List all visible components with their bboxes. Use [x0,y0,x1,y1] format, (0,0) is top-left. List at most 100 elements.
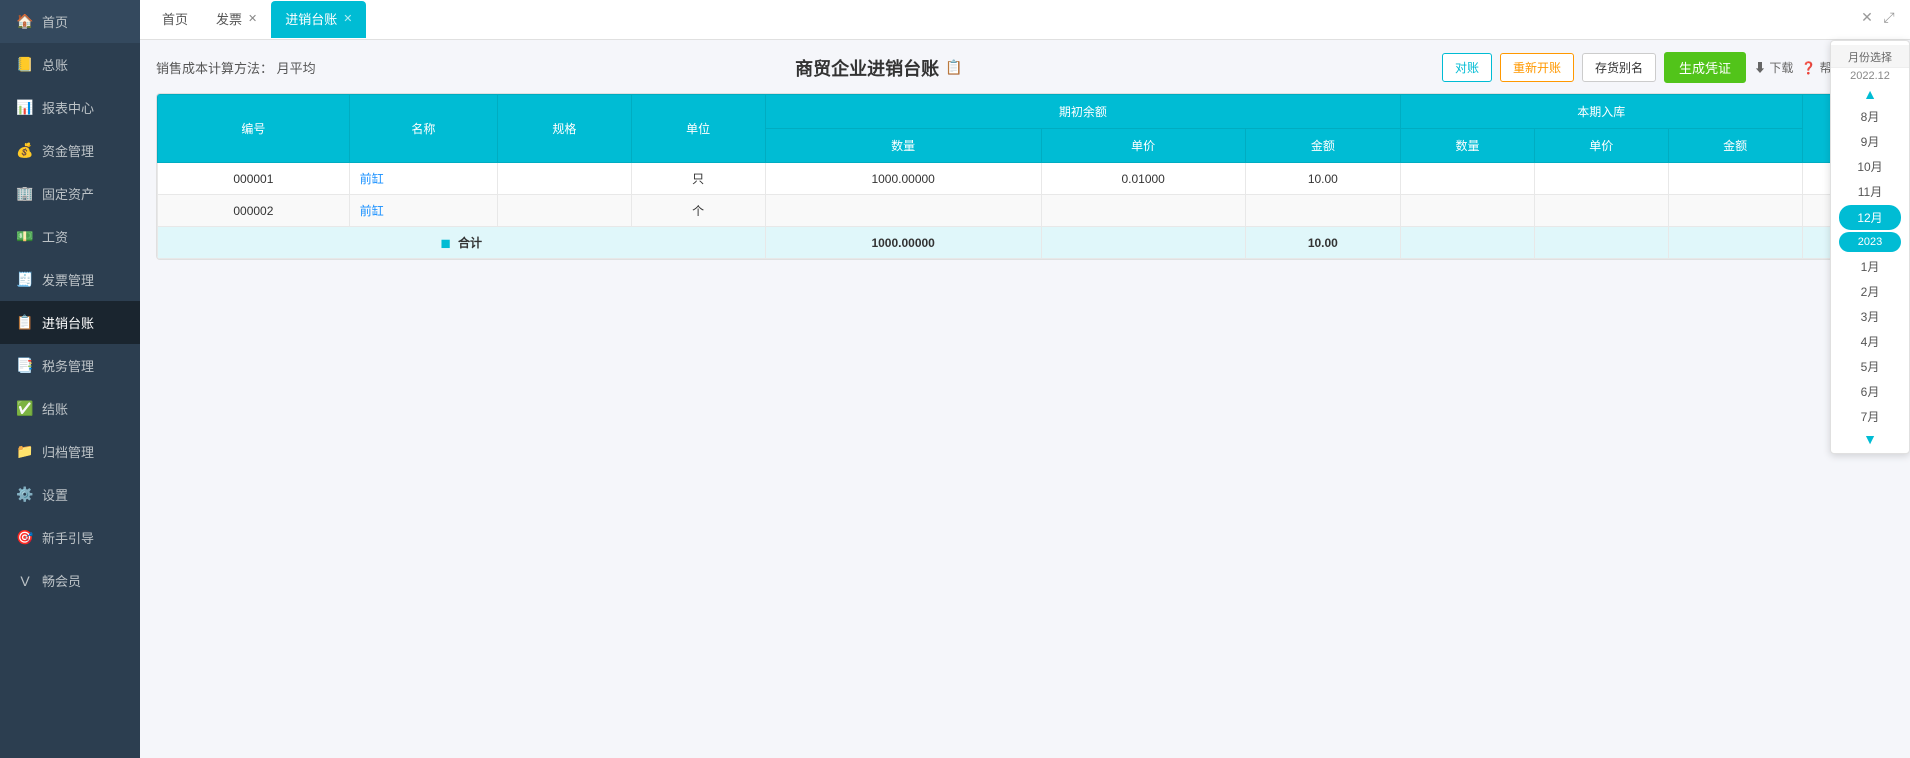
window-controls: ✕ ⤢ [1846,0,1910,34]
maximize-button[interactable]: ⤢ [1880,8,1898,26]
sidebar-item-salary[interactable]: 💵 工资 [0,215,140,258]
checkout-icon: ✅ [16,400,34,417]
month-item-5[interactable]: 5月 [1831,354,1909,379]
sidebar-item-invoice-mgmt[interactable]: 🧾 发票管理 [0,258,140,301]
sidebar-label-salary: 工资 [42,227,68,246]
month-item-7[interactable]: 7月 [1831,404,1909,429]
sidebar-label-ledger: 总账 [42,55,68,74]
sidebar-label-invoice-mgmt: 发票管理 [42,270,94,289]
settings-icon: ⚙️ [16,486,34,503]
sidebar-label-archive: 归档管理 [42,442,94,461]
col-header-opening-qty: 数量 [765,129,1041,163]
month-panel-title: 月份选择 [1831,45,1909,68]
sidebar-item-reports[interactable]: 📊 报表中心 [0,86,140,129]
col-header-inbound: 本期入库 [1401,95,1802,129]
help-icon: ❓ [1801,61,1816,75]
col-header-opening: 期初余额 [765,95,1401,129]
month-scroll-down[interactable]: ▼ [1831,429,1909,449]
tab-invoice[interactable]: 发票 ✕ [202,1,271,38]
sidebar-item-guide[interactable]: 🎯 新手引导 [0,516,140,559]
month-item-10[interactable]: 10月 [1831,154,1909,179]
total-inbound-price [1534,227,1668,259]
toolbar-actions: 对账 重新开账 存货别名 生成凭证 ⬇ 下载 ❓ 帮助 🔄 刷新 [1442,52,1894,83]
cost-method: 销售成本计算方法： 月平均 [156,58,316,77]
download-button[interactable]: ⬇ 下载 [1754,59,1793,76]
total-opening-amount: 10.00 [1245,227,1401,259]
purchase-sales-icon: 📋 [16,314,34,331]
tab-home[interactable]: 首页 [148,1,202,38]
page-title-text: 商贸企业进销台账 [795,55,939,81]
tab-invoice-close[interactable]: ✕ [248,12,257,25]
row1-opening-qty: 1000.00000 [765,163,1041,195]
reopen-button[interactable]: 重新开账 [1500,53,1574,82]
sidebar-item-archive[interactable]: 📁 归档管理 [0,430,140,473]
sidebar-label-purchase-sales: 进销台账 [42,313,94,332]
month-item-2[interactable]: 2月 [1831,279,1909,304]
main-content: ✕ ⤢ 首页 发票 ✕ 进销台账 ✕ 销售成本计算方法： 月平均 商贸企业进销台… [140,0,1910,758]
sidebar-item-ledger[interactable]: 📒 总账 [0,43,140,86]
total-row: ◼ 合计 1000.00000 10.00 [158,227,1893,259]
close-button[interactable]: ✕ [1858,8,1876,26]
month-panel: 月份选择 2022.12 ▲ 8月 9月 10月 11月 12月 2023 1月… [1830,40,1910,454]
cost-method-value: 月平均 [277,61,316,76]
month-item-12-active[interactable]: 12月 [1839,205,1901,230]
total-inbound-qty [1401,227,1535,259]
month-item-11[interactable]: 11月 [1831,179,1909,204]
assets-icon: 🏢 [16,185,34,202]
sidebar-item-home[interactable]: 🏠 首页 [0,0,140,43]
data-table: 编号 名称 规格 单位 期初余额 本期入库 数 数量 单价 金额 数量 单价 [157,94,1893,259]
col-header-inbound-qty: 数量 [1401,129,1535,163]
cost-method-label: 销售成本计算方法： [156,61,273,76]
sidebar-item-checkout[interactable]: ✅ 结账 [0,387,140,430]
sidebar-item-vip[interactable]: V 畅会员 [0,559,140,602]
tab-purchase-sales[interactable]: 进销台账 ✕ [271,1,366,38]
total-opening-price [1041,227,1245,259]
sidebar-label-tax: 税务管理 [42,356,94,375]
tab-purchase-sales-close[interactable]: ✕ [343,12,352,25]
col-header-unit: 单位 [631,95,765,163]
tax-icon: 📑 [16,357,34,374]
sidebar-label-checkout: 结账 [42,399,68,418]
sidebar-item-tax[interactable]: 📑 税务管理 [0,344,140,387]
match-button[interactable]: 对账 [1442,53,1492,82]
month-item-6[interactable]: 6月 [1831,379,1909,404]
month-item-1[interactable]: 1月 [1831,254,1909,279]
sidebar-item-settings[interactable]: ⚙️ 设置 [0,473,140,516]
row1-spec [497,163,631,195]
sidebar-item-purchase-sales[interactable]: 📋 进销台账 [0,301,140,344]
row2-name: 前缸 [349,195,497,227]
sidebar: 🏠 首页 📒 总账 📊 报表中心 💰 资金管理 🏢 固定资产 💵 工资 🧾 发票… [0,0,140,758]
total-opening-qty: 1000.00000 [765,227,1041,259]
sidebar-label-vip: 畅会员 [42,571,81,590]
vip-icon: V [16,573,34,589]
top-bar: 销售成本计算方法： 月平均 商贸企业进销台账 📋 对账 重新开账 存货别名 生成… [156,52,1894,83]
row2-unit: 个 [631,195,765,227]
guide-icon: 🎯 [16,529,34,546]
row2-inbound-price [1534,195,1668,227]
generate-button[interactable]: 生成凭证 [1664,52,1746,83]
row1-unit: 只 [631,163,765,195]
sidebar-label-settings: 设置 [42,485,68,504]
month-item-9[interactable]: 9月 [1831,129,1909,154]
archive-icon: 📁 [16,443,34,460]
sidebar-item-assets[interactable]: 🏢 固定资产 [0,172,140,215]
tab-purchase-sales-label: 进销台账 [285,9,337,28]
row1-inbound-amount [1668,163,1802,195]
salary-icon: 💵 [16,228,34,245]
month-item-4[interactable]: 4月 [1831,329,1909,354]
data-table-container: 编号 名称 规格 单位 期初余额 本期入库 数 数量 单价 金额 数量 单价 [156,93,1894,260]
total-text: 合计 [458,236,482,250]
table-row: 000001 前缸 只 1000.00000 0.01000 10.00 [158,163,1893,195]
col-header-opening-amount: 金额 [1245,129,1401,163]
row1-opening-amount: 10.00 [1245,163,1401,195]
row2-spec [497,195,631,227]
month-item-3[interactable]: 3月 [1831,304,1909,329]
month-item-8[interactable]: 8月 [1831,104,1909,129]
sidebar-item-funds[interactable]: 💰 资金管理 [0,129,140,172]
tab-bar: 首页 发票 ✕ 进销台账 ✕ [140,0,1910,40]
home-icon: 🏠 [16,13,34,30]
save-as-button[interactable]: 存货别名 [1582,53,1656,82]
row2-code: 000002 [158,195,350,227]
tab-invoice-label: 发票 [216,9,242,28]
month-scroll-up[interactable]: ▲ [1831,84,1909,104]
